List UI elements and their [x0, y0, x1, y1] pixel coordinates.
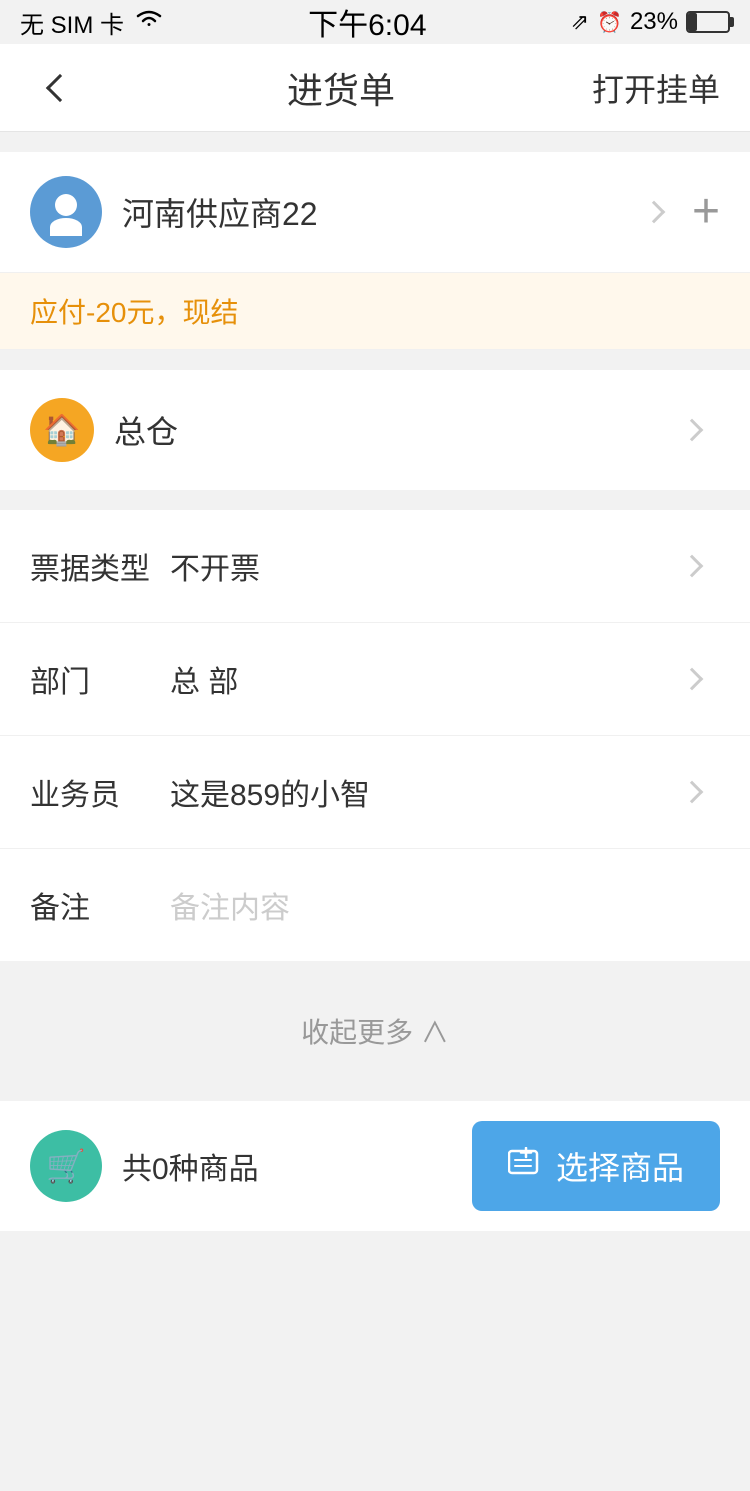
- sales-row[interactable]: 业务员 这是859的小智: [0, 736, 750, 849]
- carrier-text: 无 SIM 卡: [20, 5, 124, 40]
- supplier-name: 河南供应商22: [122, 189, 646, 235]
- remark-label: 备注: [30, 883, 170, 927]
- avatar-person-icon: [48, 194, 84, 230]
- invoice-label: 票据类型: [30, 544, 170, 588]
- supplier-section: 河南供应商22 + 应付-20元，现结: [0, 152, 750, 350]
- warehouse-name: 总仓: [114, 407, 684, 453]
- remark-input[interactable]: 备注内容: [170, 883, 720, 927]
- warehouse-icon-wrap: 🏠: [30, 398, 94, 462]
- warehouse-icon: 🏠: [43, 413, 80, 448]
- open-pending-button[interactable]: 打开挂单: [592, 65, 720, 111]
- warehouse-chevron-icon: [681, 419, 704, 442]
- invoice-value: 不开票: [170, 544, 684, 588]
- cart-icon: 🛒: [46, 1147, 86, 1185]
- collapse-button[interactable]: 收起更多 ∧: [0, 981, 750, 1081]
- invoice-row[interactable]: 票据类型 不开票: [0, 510, 750, 623]
- dept-label: 部门: [30, 657, 170, 701]
- status-time: 下午6:04: [308, 0, 426, 44]
- nav-bar: 进货单 打开挂单: [0, 44, 750, 132]
- sales-label: 业务员: [30, 770, 170, 814]
- select-btn-icon: [508, 1147, 544, 1185]
- warehouse-section: 🏠 总仓: [0, 370, 750, 490]
- notice-bar: 应付-20元，现结: [0, 273, 750, 350]
- alarm-icon: ⏰: [597, 10, 622, 35]
- select-btn-label: 选择商品: [556, 1143, 684, 1189]
- dept-value: 总 部: [170, 657, 684, 701]
- back-arrow-icon: [46, 73, 74, 101]
- bottom-bar: 🛒 共0种商品 选择商品: [0, 1101, 750, 1231]
- product-count: 共0种商品: [122, 1144, 472, 1188]
- page-title: 进货单: [287, 62, 395, 114]
- back-button[interactable]: [30, 58, 90, 118]
- supplier-row[interactable]: 河南供应商22 +: [0, 152, 750, 273]
- collapse-label: 收起更多 ∧: [301, 1017, 449, 1048]
- sales-value: 这是859的小智: [170, 770, 684, 814]
- wifi-icon: [134, 8, 164, 37]
- product-icon-wrap: 🛒: [30, 1130, 102, 1202]
- location-icon: ⇗: [571, 9, 589, 35]
- dept-chevron-icon: [681, 668, 704, 691]
- form-section: 票据类型 不开票 部门 总 部 业务员 这是859的小智 备注 备注内容: [0, 510, 750, 961]
- add-button[interactable]: +: [682, 188, 720, 236]
- select-product-button[interactable]: 选择商品: [472, 1121, 720, 1211]
- battery-icon: [686, 11, 730, 33]
- remark-row[interactable]: 备注 备注内容: [0, 849, 750, 961]
- dept-row[interactable]: 部门 总 部: [0, 623, 750, 736]
- supplier-avatar: [30, 176, 102, 248]
- warehouse-row[interactable]: 🏠 总仓: [0, 370, 750, 490]
- status-left: 无 SIM 卡: [20, 5, 164, 40]
- section-gap-1: [0, 132, 750, 152]
- status-right: ⇗ ⏰ 23%: [571, 8, 730, 36]
- supplier-chevron-icon: [643, 201, 666, 224]
- sales-chevron-icon: [681, 781, 704, 804]
- battery-pct: 23%: [630, 8, 678, 36]
- notice-text: 应付-20元，现结: [30, 297, 238, 328]
- page-background: [0, 1231, 750, 1491]
- invoice-chevron-icon: [681, 555, 704, 578]
- status-bar: 无 SIM 卡 下午6:04 ⇗ ⏰ 23%: [0, 0, 750, 44]
